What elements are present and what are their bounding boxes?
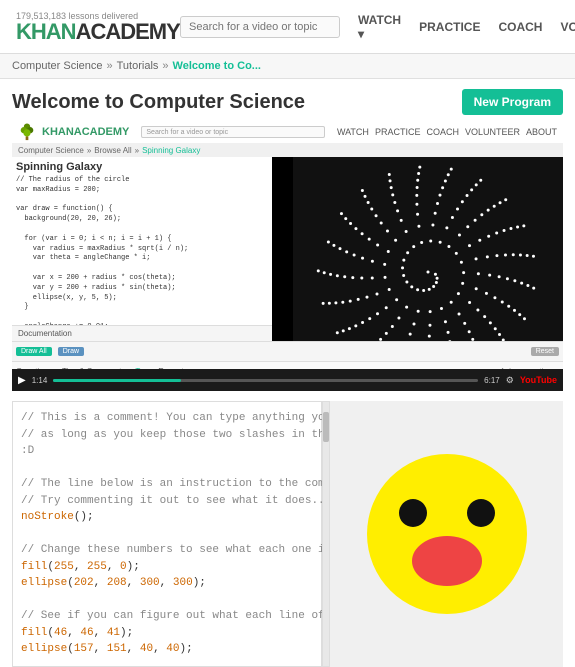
video-time-total: 6:17 [484, 376, 500, 385]
video-nav-practice: PRACTICE [375, 127, 421, 137]
breadcrumb-current: Welcome to Co... [173, 60, 261, 72]
video-controls: ▶ 1:14 6:17 ⚙ YouTube [12, 369, 563, 391]
search-input[interactable] [180, 16, 340, 38]
nav-watch[interactable]: WATCH ▾ [350, 7, 409, 47]
smiley-eye-left [399, 499, 427, 527]
video-code-title: Spinning Galaxy [16, 161, 268, 173]
nav-volunteer[interactable]: VOL... [552, 14, 575, 40]
code-line-7: noStroke(); [21, 509, 313, 526]
code-line-14: fill(46, 46, 41); [21, 625, 313, 642]
code-line-8 [21, 526, 313, 543]
video-play-icon[interactable]: ▶ [18, 375, 26, 386]
breadcrumb: Computer Science » Tutorials » Welcome t… [0, 54, 575, 79]
video-draw-btn[interactable]: Draw [58, 347, 84, 356]
smiley-face [367, 454, 527, 614]
code-line-10: fill(255, 255, 0); [21, 559, 313, 576]
video-nav-links: WATCH PRACTICE COACH VOLUNTEER ABOUT [337, 127, 557, 137]
video-progress-bar[interactable] [53, 379, 478, 382]
code-line-2: // as long as you keep those two slashes… [21, 427, 313, 444]
logo-area: 179,513,183 lessons delivered KHANACADEM… [10, 8, 170, 46]
video-logo-tree [18, 123, 36, 141]
code-line-13: // See if you can figure out what each l… [21, 608, 313, 625]
vb-cs: Computer Science [18, 146, 84, 155]
vb-spinning: Spinning Galaxy [142, 146, 200, 155]
video-nav-coach: COACH [426, 127, 459, 137]
video-nav-volunteer: VOLUNTEER [465, 127, 520, 137]
code-editor[interactable]: // This is a comment! You can type anyth… [12, 401, 322, 667]
new-program-button[interactable]: New Program [462, 89, 563, 115]
breadcrumb-tutorials[interactable]: Tutorials [117, 60, 159, 72]
video-nav-watch: WATCH [337, 127, 369, 137]
smiley-mouth [412, 536, 482, 586]
nav-links: WATCH ▾ PRACTICE COACH VOL... [350, 7, 575, 47]
video-khan-label: KHANACADEMY [42, 126, 129, 138]
video-code-area: Spinning Galaxy // The radius of the cir… [12, 157, 272, 341]
video-reset-btn[interactable]: Reset [531, 347, 559, 356]
video-progress-fill [53, 379, 180, 382]
youtube-icon[interactable]: YouTube [520, 375, 557, 385]
video-docs-bar: Documentation [12, 325, 272, 341]
breadcrumb-sep2: » [162, 60, 168, 72]
page-header: Welcome to Computer Science New Program [0, 79, 575, 121]
breadcrumb-sep1: » [107, 60, 113, 72]
code-line-3: :D [21, 443, 313, 460]
video-section: KHANACADEMY Search for a video or topic … [12, 121, 563, 391]
video-breadcrumb: Computer Science » Browse All » Spinning… [12, 143, 563, 157]
nav-practice[interactable]: PRACTICE [411, 14, 488, 40]
code-section: // This is a comment! You can type anyth… [12, 401, 563, 667]
nav-coach[interactable]: COACH [490, 14, 550, 40]
video-code-text: // The radius of the circle var maxRadiu… [16, 176, 268, 341]
video-settings-icon[interactable]: ⚙ [506, 375, 514, 386]
logo-text-area: 179,513,183 lessons delivered KHANACADEM… [16, 11, 180, 43]
video-nav-about: ABOUT [526, 127, 557, 137]
video-container: KHANACADEMY Search for a video or topic … [12, 121, 563, 391]
smiley-eye-right [467, 499, 495, 527]
canvas-preview [330, 401, 563, 667]
code-line-6: // Try commenting it out to see what it … [21, 493, 313, 510]
code-line-9: // Change these numbers to see what each… [21, 542, 313, 559]
logo-name: KHANACADEMY [16, 21, 180, 43]
video-time: 1:14 [32, 376, 48, 385]
code-line-5: // The line below is an instruction to t… [21, 476, 313, 493]
academy-label: ACADEMY [76, 19, 180, 44]
code-line-15: ellipse(157, 151, 40, 40); [21, 641, 313, 658]
video-draw-all-btn[interactable]: Draw All [16, 347, 52, 356]
code-scrollbar[interactable] [322, 401, 330, 667]
code-line-4 [21, 460, 313, 477]
video-search-placeholder: Search for a video or topic [146, 129, 228, 136]
search-box [180, 16, 340, 38]
top-nav: 179,513,183 lessons delivered KHANACADEM… [0, 0, 575, 54]
khan-label: KHAN [16, 19, 76, 44]
video-bottom-bar: Draw All Draw Reset [12, 341, 563, 361]
video-inner-nav: KHANACADEMY Search for a video or topic … [12, 121, 563, 143]
vb-browse: Browse All [94, 146, 131, 155]
scrollbar-thumb [323, 412, 329, 442]
code-line-1: // This is a comment! You can type anyth… [21, 410, 313, 427]
page-title: Welcome to Computer Science [12, 91, 305, 114]
breadcrumb-cs[interactable]: Computer Science [12, 60, 103, 72]
code-line-11: ellipse(202, 208, 300, 300); [21, 575, 313, 592]
